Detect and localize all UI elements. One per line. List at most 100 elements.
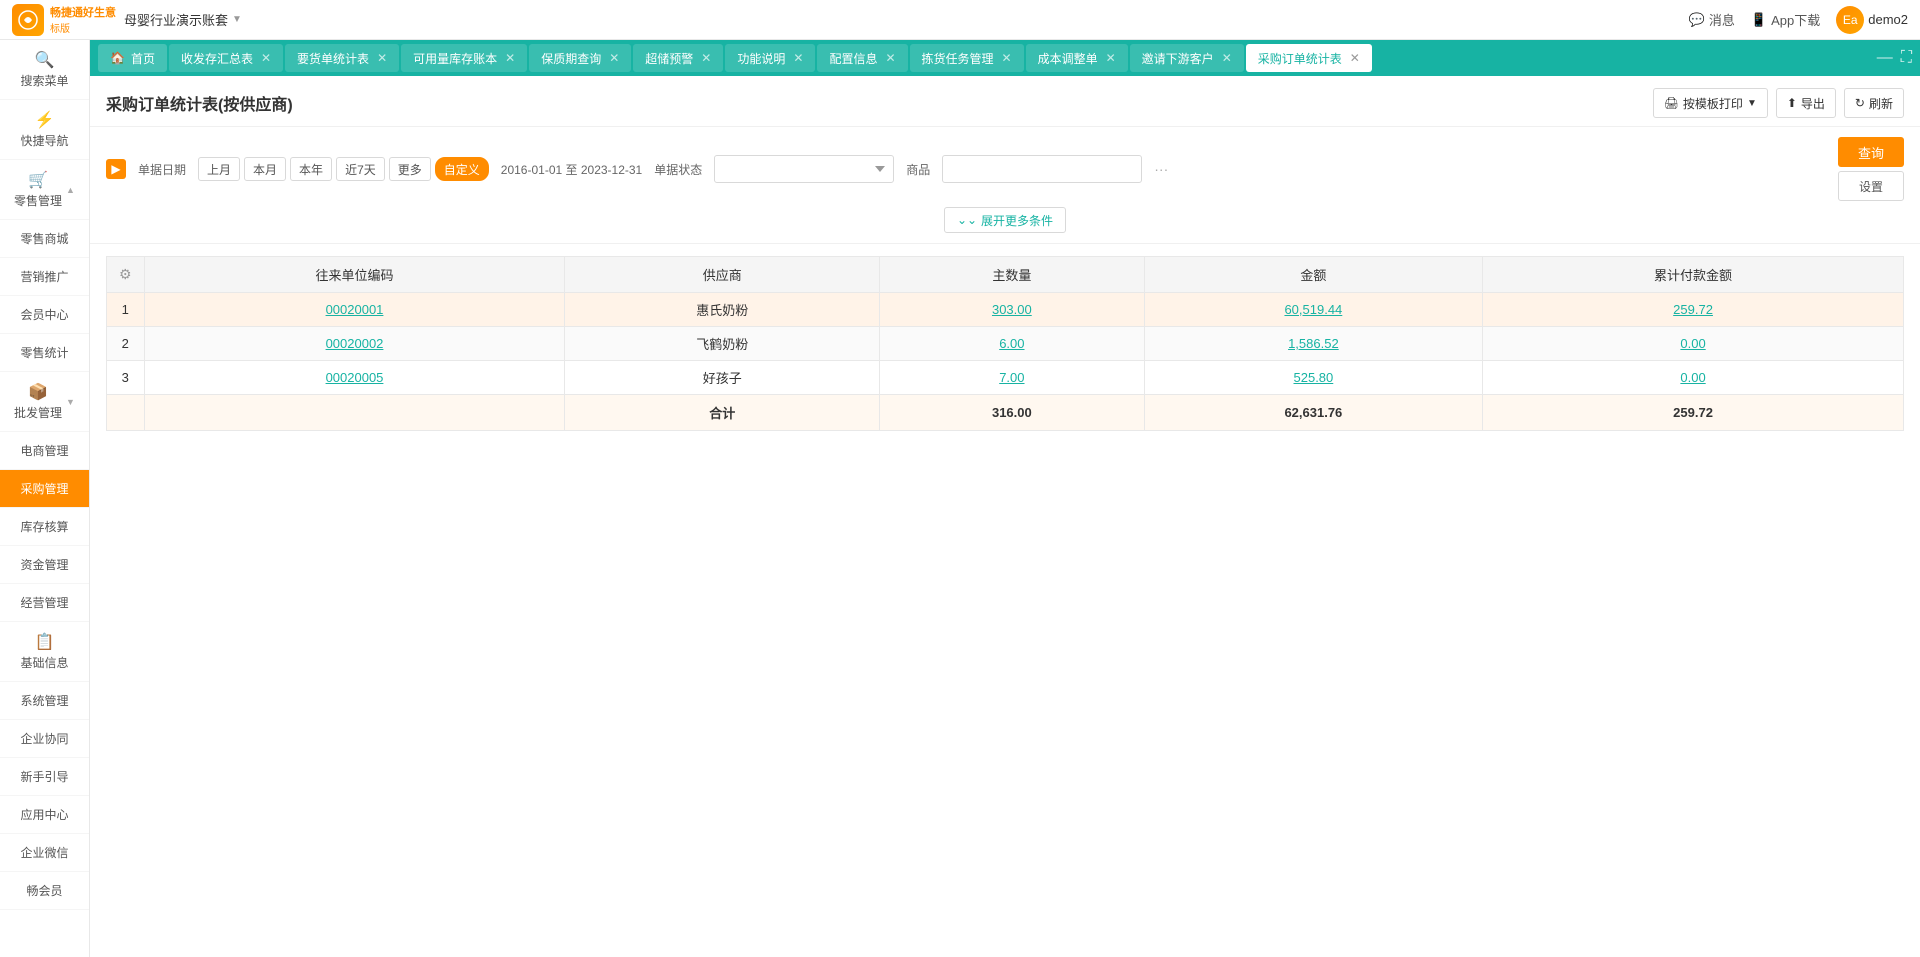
date-btn-custom[interactable]: 自定义 bbox=[435, 157, 489, 181]
tab-shelf-life[interactable]: 保质期查询 ✕ bbox=[529, 44, 631, 72]
tab-config[interactable]: 配置信息 ✕ bbox=[817, 44, 907, 72]
goods-label: 商品 bbox=[906, 161, 930, 178]
tab-close-icon[interactable]: ✕ bbox=[609, 51, 619, 65]
tab-invite-downstream[interactable]: 邀请下游客户 ✕ bbox=[1130, 44, 1244, 72]
sidebar-item-retail-stat[interactable]: 零售统计 bbox=[0, 334, 89, 372]
date-btn-more[interactable]: 更多 bbox=[389, 157, 431, 181]
logo-text: 畅捷通好生意 标版 bbox=[50, 4, 116, 35]
row-quantity: 7.00 bbox=[880, 361, 1145, 395]
tab-close-icon[interactable]: ✕ bbox=[1002, 51, 1012, 65]
print-icon: 🖨 bbox=[1664, 96, 1679, 110]
status-select[interactable] bbox=[714, 155, 894, 183]
sidebar-item-member[interactable]: 会员中心 bbox=[0, 296, 89, 334]
workspace-selector[interactable]: 母婴行业演示账套 ▼ bbox=[124, 10, 242, 29]
tab-overstock[interactable]: 超储预警 ✕ bbox=[633, 44, 723, 72]
sidebar-item-purchase[interactable]: 采购管理 bbox=[0, 470, 89, 508]
sidebar-item-retail-shop[interactable]: 零售商城 bbox=[0, 220, 89, 258]
sidebar-item-finance[interactable]: 资金管理 bbox=[0, 546, 89, 584]
sidebar-item-shortcut[interactable]: ⚡ 快捷导航 bbox=[0, 100, 89, 160]
col-supplier-header: 供应商 bbox=[565, 257, 880, 293]
row-code: 00020002 bbox=[144, 327, 565, 361]
tab-purchase-order-stat[interactable]: 采购订单统计表 ✕ bbox=[1246, 44, 1372, 72]
message-button[interactable]: 💬 消息 bbox=[1689, 10, 1735, 29]
table-row[interactable]: 2 00020002 飞鹤奶粉 6.00 1,586.52 0.00 bbox=[107, 327, 1904, 361]
sidebar-item-enterprise[interactable]: 企业协同 bbox=[0, 720, 89, 758]
user-profile[interactable]: Ea demo2 bbox=[1836, 6, 1908, 34]
tab-picking-task[interactable]: 拣货任务管理 ✕ bbox=[910, 44, 1024, 72]
date-range-display: 2016-01-01 至 2023-12-31 bbox=[501, 161, 642, 178]
sidebar-item-wechat[interactable]: 企业微信 bbox=[0, 834, 89, 872]
date-btn-last-7days[interactable]: 近7天 bbox=[336, 157, 385, 181]
export-button[interactable]: ⬆ 导出 bbox=[1776, 88, 1836, 118]
sidebar-item-inventory[interactable]: 库存核算 bbox=[0, 508, 89, 546]
sidebar-item-basic[interactable]: 📋 基础信息 bbox=[0, 622, 89, 682]
expand-more-button[interactable]: ⌄⌄ 展开更多条件 bbox=[944, 207, 1066, 233]
tab-close-icon[interactable]: ✕ bbox=[885, 51, 895, 65]
sidebar-item-apps[interactable]: 应用中心 bbox=[0, 796, 89, 834]
tab-receive-summary[interactable]: 收发存汇总表 ✕ bbox=[169, 44, 283, 72]
row-code: 00020005 bbox=[144, 361, 565, 395]
sidebar-item-wholesale[interactable]: 📦 批发管理 ▼ bbox=[0, 372, 89, 432]
table-area: ⚙ 往来单位编码 供应商 主数量 金额 累计付款金额 1 00020001 惠氏… bbox=[90, 244, 1920, 957]
sidebar-item-marketing[interactable]: 营销推广 bbox=[0, 258, 89, 296]
tab-cost-adjust[interactable]: 成本调整单 ✕ bbox=[1026, 44, 1128, 72]
sidebar-item-system[interactable]: 系统管理 bbox=[0, 682, 89, 720]
col-quantity-header: 主数量 bbox=[880, 257, 1145, 293]
settings-button[interactable]: 设置 bbox=[1838, 171, 1904, 201]
row-index: 1 bbox=[107, 293, 145, 327]
tab-function-desc[interactable]: 功能说明 ✕ bbox=[725, 44, 815, 72]
tab-close-icon[interactable]: ✕ bbox=[1350, 51, 1360, 65]
goods-more-icon[interactable]: ··· bbox=[1154, 161, 1168, 177]
sidebar-item-search[interactable]: 🔍 搜索菜单 bbox=[0, 40, 89, 100]
tab-close-icon[interactable]: ✕ bbox=[377, 51, 387, 65]
date-btn-this-year[interactable]: 本年 bbox=[290, 157, 332, 181]
row-amount: 1,586.52 bbox=[1144, 327, 1482, 361]
home-icon: 🏠 bbox=[110, 51, 125, 65]
row-code: 00020001 bbox=[144, 293, 565, 327]
row-quantity: 303.00 bbox=[880, 293, 1145, 327]
tab-close-icon[interactable]: ✕ bbox=[1222, 51, 1232, 65]
col-paid-header: 累计付款金额 bbox=[1483, 257, 1904, 293]
app-download-button[interactable]: 📱 App下载 bbox=[1751, 10, 1820, 29]
avatar: Ea bbox=[1836, 6, 1864, 34]
footer-quantity: 316.00 bbox=[880, 395, 1145, 431]
query-button[interactable]: 查询 bbox=[1838, 137, 1904, 167]
logo-icon bbox=[12, 4, 44, 36]
filter-area: ▶ 单据日期 上月 本月 本年 近7天 更多 自定义 2016-01-01 至 … bbox=[90, 127, 1920, 244]
refresh-button[interactable]: ↻ 刷新 bbox=[1844, 88, 1904, 118]
row-supplier: 惠氏奶粉 bbox=[565, 293, 880, 327]
tab-order-summary[interactable]: 要货单统计表 ✕ bbox=[285, 44, 399, 72]
table-row[interactable]: 3 00020005 好孩子 7.00 525.80 0.00 bbox=[107, 361, 1904, 395]
tab-close-icon[interactable]: ✕ bbox=[505, 51, 515, 65]
date-shortcut-buttons: 上月 本月 本年 近7天 更多 自定义 bbox=[198, 157, 489, 181]
row-index: 2 bbox=[107, 327, 145, 361]
tab-maximize-icon[interactable]: ⛶ bbox=[1901, 49, 1912, 67]
row-amount: 60,519.44 bbox=[1144, 293, 1482, 327]
date-btn-last-month[interactable]: 上月 bbox=[198, 157, 240, 181]
phone-icon: 📱 bbox=[1751, 12, 1767, 28]
filter-toggle-button[interactable]: ▶ bbox=[106, 159, 126, 179]
tab-available-stock[interactable]: 可用量库存账本 ✕ bbox=[401, 44, 527, 72]
tab-minimize-icon[interactable]: — bbox=[1877, 49, 1893, 67]
tab-home[interactable]: 🏠 首页 bbox=[98, 44, 167, 72]
print-button[interactable]: 🖨 按模板打印 ▼ bbox=[1653, 88, 1768, 118]
date-btn-this-month[interactable]: 本月 bbox=[244, 157, 286, 181]
sidebar-item-ecommerce[interactable]: 电商管理 bbox=[0, 432, 89, 470]
table-footer-row: 合计 316.00 62,631.76 259.72 bbox=[107, 395, 1904, 431]
tab-close-icon[interactable]: ✕ bbox=[701, 51, 711, 65]
row-paid: 0.00 bbox=[1483, 327, 1904, 361]
column-settings-icon[interactable]: ⚙ bbox=[119, 266, 132, 282]
sidebar-item-retail[interactable]: 🛒 零售管理 ▲ bbox=[0, 160, 89, 220]
col-settings-header: ⚙ bbox=[107, 257, 145, 293]
tab-close-icon[interactable]: ✕ bbox=[793, 51, 803, 65]
tab-close-icon[interactable]: ✕ bbox=[261, 51, 271, 65]
sidebar-item-ops[interactable]: 经营管理 bbox=[0, 584, 89, 622]
goods-input[interactable] bbox=[942, 155, 1142, 183]
username-label: demo2 bbox=[1868, 12, 1908, 27]
sidebar-item-newbie[interactable]: 新手引导 bbox=[0, 758, 89, 796]
row-index: 3 bbox=[107, 361, 145, 395]
table-row[interactable]: 1 00020001 惠氏奶粉 303.00 60,519.44 259.72 bbox=[107, 293, 1904, 327]
sidebar: 🔍 搜索菜单 ⚡ 快捷导航 🛒 零售管理 ▲ 零售商城 营销推广 会员中心 零售… bbox=[0, 40, 90, 957]
tab-close-icon[interactable]: ✕ bbox=[1106, 51, 1116, 65]
sidebar-item-vip[interactable]: 畅会员 bbox=[0, 872, 89, 910]
